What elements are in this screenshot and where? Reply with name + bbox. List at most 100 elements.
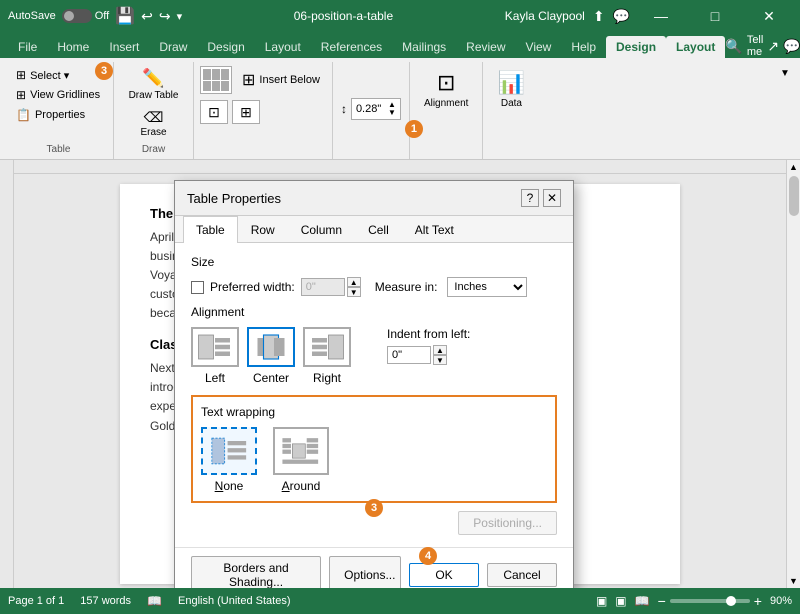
indent-spinner[interactable]: ▲ ▼ bbox=[433, 345, 447, 365]
ribbon: ⊞ Select ▾ 3 ⊞ View Gridlines 📋 Properti… bbox=[0, 58, 800, 160]
tab-design-doc[interactable]: Design bbox=[197, 36, 254, 58]
erase-icon: ⌫ bbox=[144, 109, 164, 126]
wrap-around-option[interactable]: Around bbox=[273, 427, 329, 493]
tab-mailings[interactable]: Mailings bbox=[392, 36, 456, 58]
align-center-option[interactable]: Center bbox=[247, 327, 295, 385]
scroll-down-arrow[interactable]: ▼ bbox=[787, 574, 800, 588]
table-group-label: Table bbox=[10, 144, 107, 155]
properties-label: Properties bbox=[35, 109, 85, 121]
dialog-tab-table[interactable]: Table bbox=[183, 216, 238, 243]
dialog-tab-column[interactable]: Column bbox=[288, 216, 355, 243]
width-spinner[interactable]: ▲ ▼ bbox=[347, 277, 361, 297]
document-area: The Mo April tur business Voyage t custo… bbox=[14, 160, 786, 588]
read-icon[interactable]: 📖 bbox=[635, 594, 650, 608]
data-button[interactable]: 📊 Data bbox=[491, 66, 531, 113]
width-input-group: ▲ ▼ bbox=[301, 277, 361, 297]
width-input[interactable] bbox=[301, 278, 345, 296]
vertical-scrollbar[interactable]: ▲ ▼ bbox=[786, 160, 800, 588]
search-icon[interactable]: 🔍 bbox=[725, 38, 742, 55]
preferred-width-checkbox[interactable] bbox=[191, 281, 204, 294]
wrap-none-option[interactable]: NNoneone bbox=[201, 427, 257, 493]
options-button[interactable]: Options... bbox=[329, 556, 401, 588]
filename: 06-position-a-table bbox=[294, 9, 393, 23]
wrap-none-icon bbox=[209, 433, 249, 469]
scroll-up-arrow[interactable]: ▲ bbox=[787, 160, 800, 174]
width-spinner-down[interactable]: ▼ bbox=[347, 287, 361, 297]
dialog-help-button[interactable]: ? bbox=[521, 189, 539, 207]
measure-in-select[interactable]: Inches bbox=[447, 277, 527, 297]
scroll-thumb[interactable] bbox=[789, 176, 799, 216]
tab-references[interactable]: References bbox=[311, 36, 392, 58]
zoom-in-btn[interactable]: + bbox=[754, 593, 762, 609]
search-label[interactable]: Tell me bbox=[747, 34, 764, 58]
align-right-option[interactable]: Right bbox=[303, 327, 351, 385]
split-icon[interactable]: ⊞ bbox=[232, 100, 260, 124]
positioning-button[interactable]: Positioning... bbox=[458, 511, 557, 535]
height-down-btn[interactable]: ▼ bbox=[388, 109, 396, 117]
minimize-button[interactable]: — bbox=[638, 0, 684, 32]
height-value: 0.28" bbox=[356, 103, 386, 115]
cancel-button[interactable]: Cancel bbox=[487, 563, 557, 587]
wrap-none-box bbox=[201, 427, 257, 475]
status-bar-right: ▣ ▣ 📖 − + 90% bbox=[596, 593, 792, 609]
layout-icon[interactable]: ▣ bbox=[615, 594, 626, 608]
properties-button[interactable]: 📋 Properties bbox=[10, 106, 107, 124]
align-right-box bbox=[303, 327, 351, 367]
width-spinner-up[interactable]: ▲ bbox=[347, 277, 361, 287]
tab-layout-doc[interactable]: Layout bbox=[255, 36, 311, 58]
title-bar-right: Kayla Claypool ⬆ 💬 — □ ✕ bbox=[505, 0, 792, 32]
zoom-out-btn[interactable]: − bbox=[658, 593, 666, 609]
autosave-toggle[interactable]: Off bbox=[62, 9, 109, 23]
tab-table-design[interactable]: Design bbox=[606, 36, 666, 58]
dialog-tab-alt-text[interactable]: Alt Text bbox=[402, 216, 467, 243]
tab-view[interactable]: View bbox=[516, 36, 562, 58]
share-icon[interactable]: ⬆ bbox=[593, 8, 605, 25]
maximize-button[interactable]: □ bbox=[692, 0, 738, 32]
tab-insert[interactable]: Insert bbox=[99, 36, 149, 58]
text-wrapping-label: Text wrapping bbox=[201, 405, 547, 419]
erase-button[interactable]: ⌫ Erase bbox=[120, 107, 187, 140]
indent-spinner-down[interactable]: ▼ bbox=[433, 355, 447, 365]
view-gridlines-button[interactable]: ⊞ View Gridlines bbox=[10, 86, 107, 104]
align-left-box bbox=[191, 327, 239, 367]
tab-draw[interactable]: Draw bbox=[149, 36, 197, 58]
close-button[interactable]: ✕ bbox=[746, 0, 792, 32]
tab-table-layout[interactable]: Layout bbox=[666, 36, 725, 58]
align-right-label: Right bbox=[313, 371, 341, 385]
comments-icon[interactable]: 💬 bbox=[613, 8, 630, 25]
dialog-tab-row[interactable]: Row bbox=[238, 216, 288, 243]
zoom-percent[interactable]: 90% bbox=[770, 595, 792, 607]
proofing-icon[interactable]: 📖 bbox=[147, 594, 162, 608]
alignment-icon: ⊡ bbox=[437, 70, 455, 96]
tab-review[interactable]: Review bbox=[456, 36, 515, 58]
align-left-option[interactable]: Left bbox=[191, 327, 239, 385]
tab-home[interactable]: Home bbox=[47, 36, 99, 58]
ribbon-collapse-btn[interactable]: ▼ bbox=[778, 66, 792, 80]
tab-help[interactable]: Help bbox=[561, 36, 606, 58]
zoom-control: − + bbox=[658, 593, 762, 609]
share-ribbon-icon[interactable]: ↗ bbox=[767, 38, 779, 55]
indent-spinner-up[interactable]: ▲ bbox=[433, 345, 447, 355]
indent-input-group: ▲ ▼ bbox=[387, 345, 470, 365]
wrap-around-icon bbox=[281, 433, 321, 469]
draw-table-button[interactable]: ✏️ Draw Table bbox=[120, 66, 187, 103]
save-icon[interactable]: 💾 bbox=[115, 6, 135, 26]
title-bar: AutoSave Off 💾 ↩ ↪ ▾ 06-position-a-table… bbox=[0, 0, 800, 32]
redo-icon[interactable]: ↪ bbox=[159, 8, 171, 25]
tab-file[interactable]: File bbox=[8, 36, 47, 58]
select-button[interactable]: ⊞ Select ▾ 3 bbox=[10, 66, 107, 84]
merge-icon[interactable]: ⊡ bbox=[200, 100, 228, 124]
dialog-close-button[interactable]: ✕ bbox=[543, 189, 561, 207]
insert-below-button[interactable]: ⊞ Insert Below bbox=[236, 66, 326, 94]
focus-icon[interactable]: ▣ bbox=[596, 594, 607, 608]
borders-shading-button[interactable]: Borders and Shading... bbox=[191, 556, 321, 588]
alignment-button[interactable]: ⊡ Alignment bbox=[418, 66, 474, 113]
dialog-tab-cell[interactable]: Cell bbox=[355, 216, 402, 243]
comments-ribbon-icon[interactable]: 💬 bbox=[783, 38, 800, 55]
ribbon-tabs: File Home Insert Draw Design Layout Refe… bbox=[0, 32, 800, 58]
ok-button[interactable]: OK bbox=[409, 563, 479, 587]
undo-icon[interactable]: ↩ bbox=[141, 8, 153, 25]
indent-input[interactable] bbox=[387, 346, 431, 364]
data-icon: 📊 bbox=[498, 70, 525, 96]
select-icon: ⊞ bbox=[16, 68, 26, 82]
